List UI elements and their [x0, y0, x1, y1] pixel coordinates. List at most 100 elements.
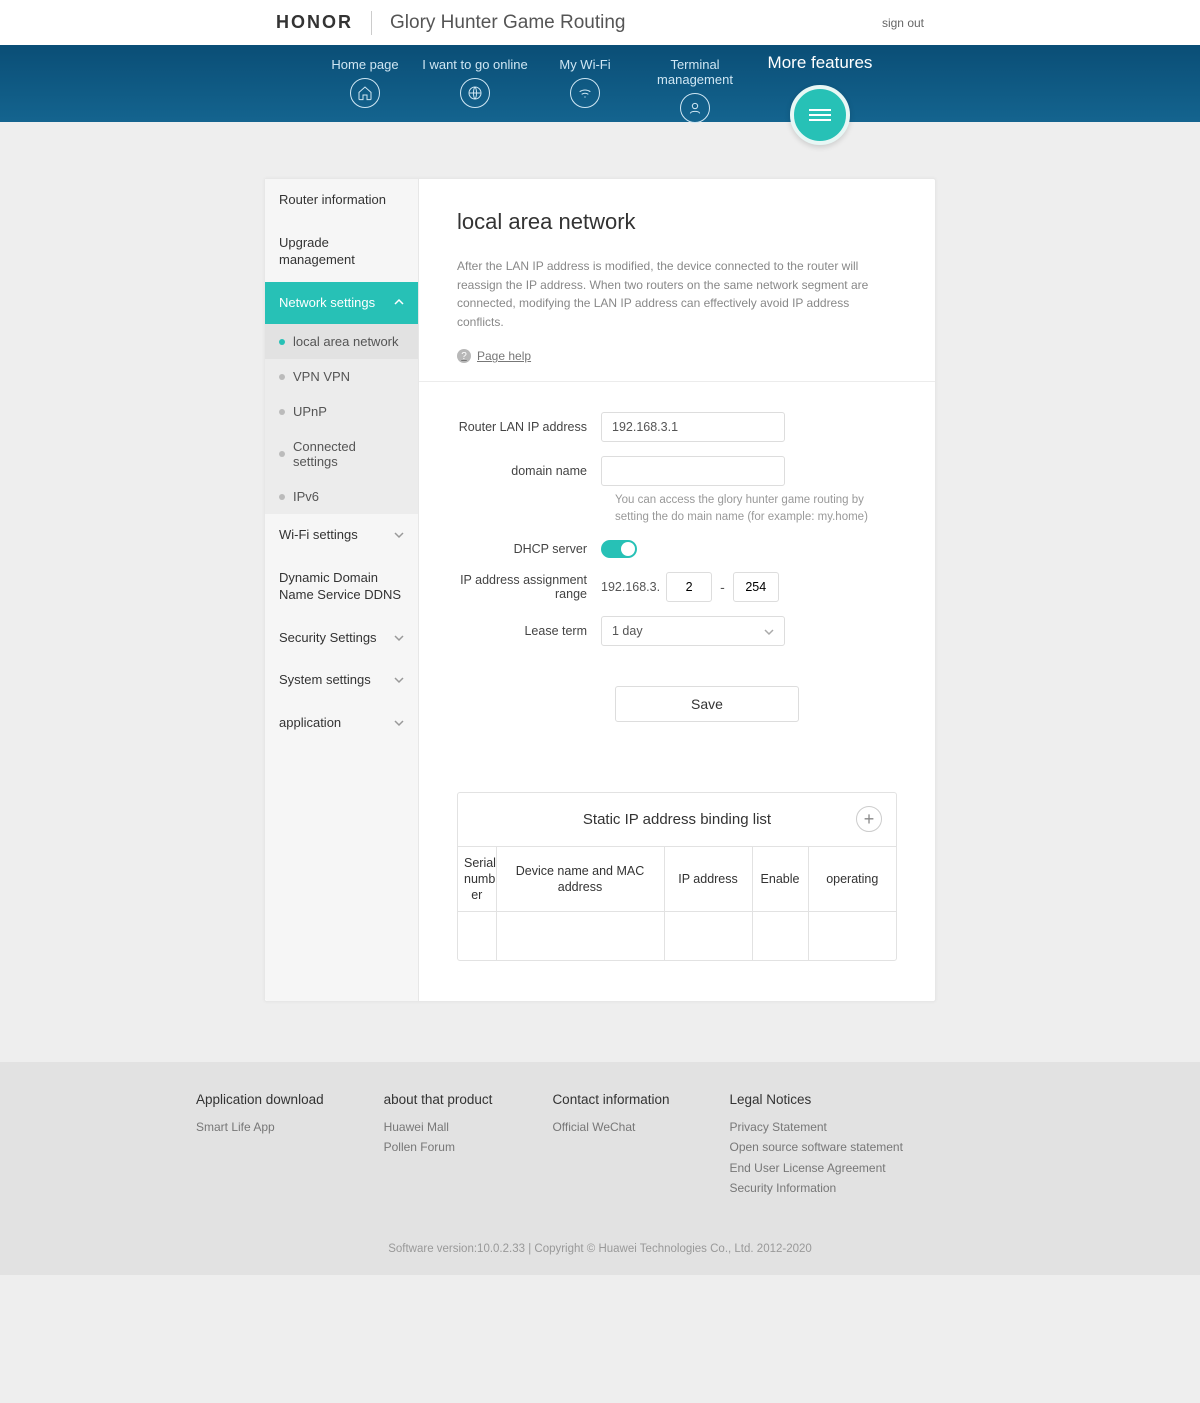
sidebar-item-network[interactable]: Network settings [265, 282, 418, 325]
sidebar-sub-upnp[interactable]: UPnP [265, 394, 418, 429]
sidebar-item-label: Network settings [279, 294, 375, 312]
copyright: Software version:10.0.2.33 | Copyright ©… [0, 1227, 1200, 1275]
nav-more-label: More features [750, 53, 890, 73]
domain-input[interactable] [601, 456, 785, 486]
footer: Application download Smart Life App abou… [0, 1062, 1200, 1227]
col-enable: Enable [752, 846, 808, 912]
lease-select[interactable]: 1 day [601, 616, 785, 646]
add-binding-button[interactable]: + [856, 806, 882, 832]
globe-icon [460, 78, 490, 108]
col-serial: Serial numb er [458, 846, 496, 912]
chevron-down-icon [764, 626, 774, 636]
page-title: local area network [457, 209, 897, 235]
table-row-empty [458, 912, 896, 960]
hamburger-icon[interactable] [790, 85, 850, 145]
range-start-input[interactable] [666, 572, 712, 602]
page-help-label: Page help [477, 349, 531, 363]
footer-link[interactable]: Smart Life App [196, 1117, 324, 1137]
col-ip: IP address [664, 846, 752, 912]
dhcp-label: DHCP server [457, 542, 601, 556]
nav-home-label: Home page [310, 57, 420, 72]
sidebar-item-label: Wi-Fi settings [279, 526, 358, 544]
footer-link[interactable]: End User License Agreement [730, 1158, 903, 1178]
col-operating: operating [808, 846, 896, 912]
sidebar-item-label: System settings [279, 671, 371, 689]
lan-ip-label: Router LAN IP address [457, 420, 601, 434]
binding-title: Static IP address binding list [583, 811, 771, 828]
nav-terminal[interactable]: Terminal management [640, 57, 750, 123]
sidebar-item-application[interactable]: application [265, 702, 418, 745]
chevron-down-icon [394, 718, 404, 728]
dhcp-toggle[interactable] [601, 540, 637, 558]
sidebar-sub-vpn[interactable]: VPN VPN [265, 359, 418, 394]
binding-list-box: Static IP address binding list + Serial … [457, 792, 897, 961]
footer-col-title: Contact information [552, 1092, 669, 1107]
nav-online[interactable]: I want to go online [420, 57, 530, 108]
footer-link[interactable]: Open source software statement [730, 1137, 903, 1157]
sidebar-sub-lan[interactable]: local area network [265, 324, 418, 359]
sidebar-sub-label: IPv6 [293, 489, 319, 504]
lease-value: 1 day [612, 624, 643, 638]
nav-wifi[interactable]: My Wi-Fi [530, 57, 640, 108]
nav-more[interactable]: More features [750, 53, 890, 139]
help-icon: ? [457, 349, 471, 363]
sidebar-sub-label: UPnP [293, 404, 327, 419]
user-icon [680, 93, 710, 123]
range-label: IP address assignment range [457, 573, 601, 601]
footer-link[interactable]: Security Information [730, 1178, 903, 1198]
domain-label: domain name [457, 464, 601, 478]
chevron-down-icon [394, 633, 404, 643]
footer-link[interactable]: Huawei Mall [384, 1117, 493, 1137]
sidebar-item-wifi[interactable]: Wi-Fi settings [265, 514, 418, 557]
product-title: Glory Hunter Game Routing [390, 12, 626, 34]
save-button[interactable]: Save [615, 686, 799, 722]
sidebar-item-system[interactable]: System settings [265, 659, 418, 702]
dot-icon [279, 374, 285, 380]
sidebar-sub-label: VPN VPN [293, 369, 350, 384]
brand-logo: HONOR [276, 12, 353, 33]
dot-icon [279, 451, 285, 457]
sidebar-item-ddns[interactable]: Dynamic Domain Name Service DDNS [265, 557, 418, 617]
sidebar-item-label: application [279, 714, 341, 732]
dot-icon [279, 409, 285, 415]
footer-link[interactable]: Privacy Statement [730, 1117, 903, 1137]
page-help-link[interactable]: ? Page help [457, 349, 897, 363]
sidebar-item-upgrade[interactable]: Upgrade management [265, 222, 418, 282]
signout-link[interactable]: sign out [882, 16, 924, 30]
lan-ip-input[interactable] [601, 412, 785, 442]
chevron-up-icon [394, 297, 404, 307]
range-end-input[interactable] [733, 572, 779, 602]
nav-home[interactable]: Home page [310, 57, 420, 108]
range-prefix: 192.168.3. [601, 580, 660, 594]
sidebar-sub-connected[interactable]: Connected settings [265, 429, 418, 479]
chevron-down-icon [394, 530, 404, 540]
nav-online-label: I want to go online [420, 57, 530, 72]
header-divider [371, 11, 372, 35]
col-device: Device name and MAC address [496, 846, 664, 912]
lease-label: Lease term [457, 624, 601, 638]
main-nav: Home page I want to go online My Wi-Fi T… [0, 45, 1200, 122]
sidebar-item-label: Security Settings [279, 629, 377, 647]
nav-wifi-label: My Wi-Fi [530, 57, 640, 72]
page-description: After the LAN IP address is modified, th… [457, 257, 897, 331]
sidebar-item-router-info[interactable]: Router information [265, 179, 418, 222]
binding-table: Serial numb er Device name and MAC addre… [458, 846, 896, 960]
dot-icon [279, 339, 285, 345]
sidebar-sub-label: Connected settings [293, 439, 404, 469]
footer-link[interactable]: Pollen Forum [384, 1137, 493, 1157]
domain-hint: You can access the glory hunter game rou… [615, 492, 875, 525]
nav-terminal-label: Terminal management [640, 57, 750, 87]
separator [419, 381, 935, 382]
main-content: local area network After the LAN IP addr… [419, 179, 935, 1001]
range-dash: - [720, 579, 725, 595]
sidebar-item-security[interactable]: Security Settings [265, 617, 418, 660]
wifi-icon [570, 78, 600, 108]
footer-col-title: Legal Notices [730, 1092, 903, 1107]
sidebar-sub-ipv6[interactable]: IPv6 [265, 479, 418, 514]
sidebar-sub-label: local area network [293, 334, 399, 349]
chevron-down-icon [394, 675, 404, 685]
footer-link[interactable]: Official WeChat [552, 1117, 669, 1137]
settings-sidebar: Router information Upgrade management Ne… [265, 179, 419, 1001]
footer-col-title: Application download [196, 1092, 324, 1107]
dot-icon [279, 494, 285, 500]
